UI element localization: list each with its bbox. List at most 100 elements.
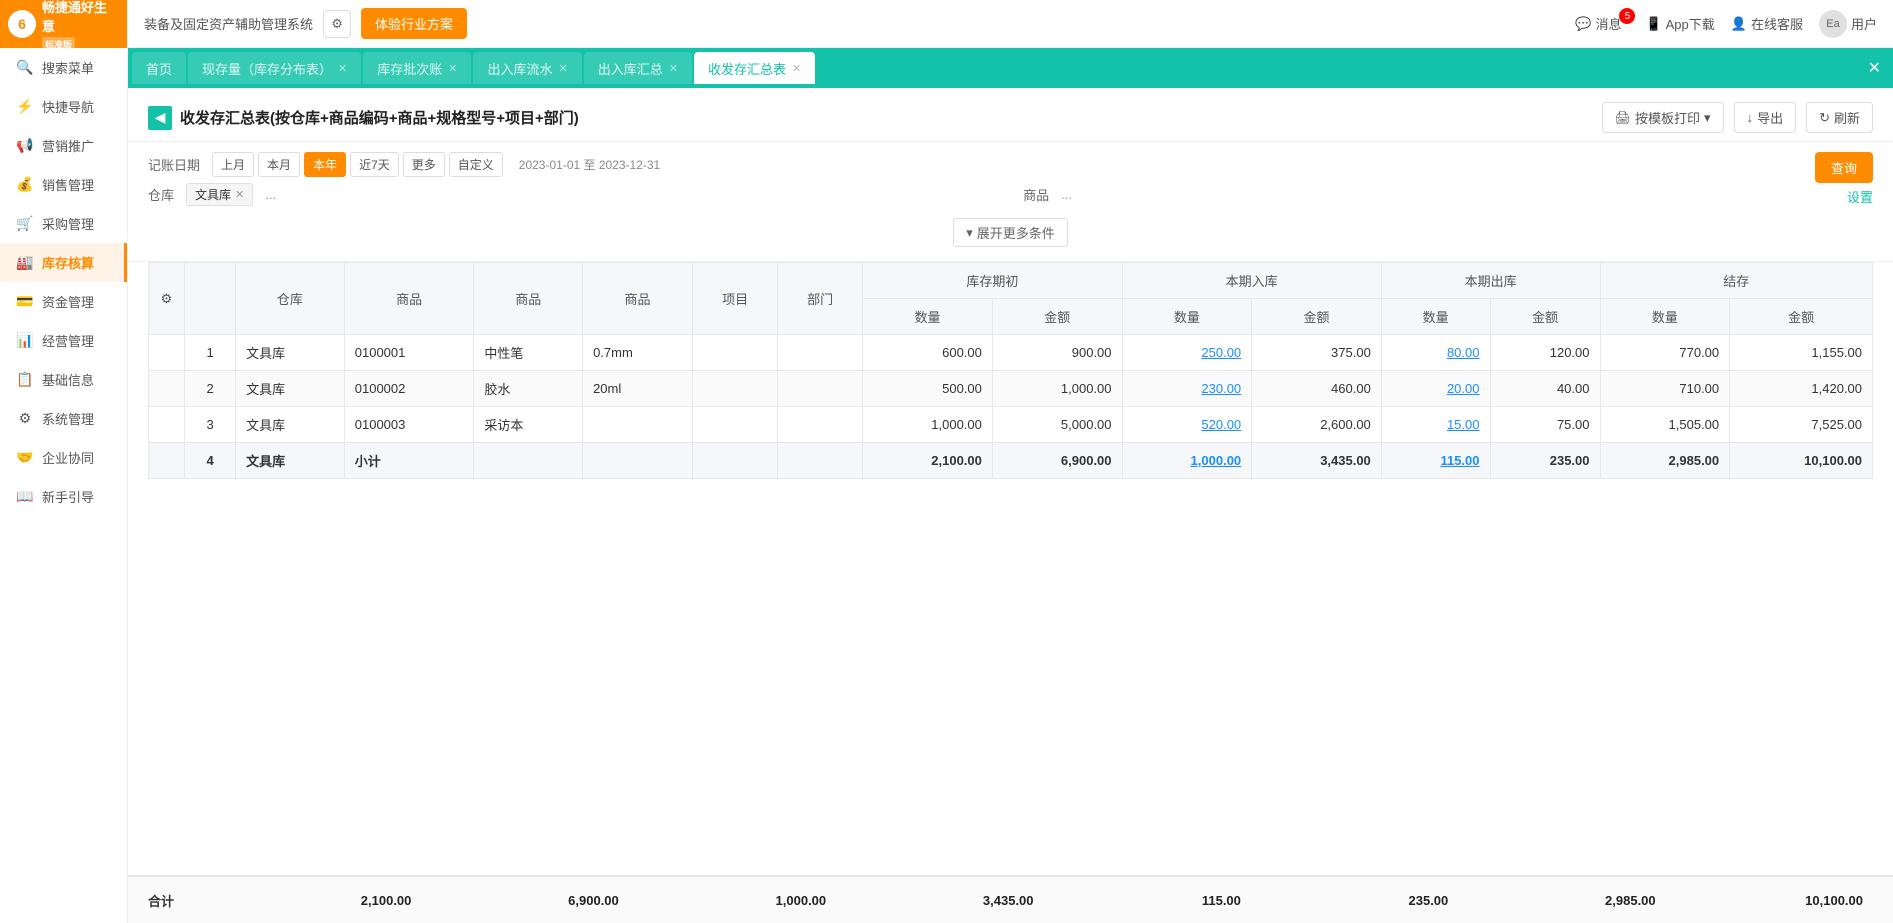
tab-bar: 首页 现存量（库存分布表） ✕ 库存批次账 ✕ 出入库流水 ✕ 出入库汇总 ✕ …: [128, 48, 1893, 88]
print-btn[interactable]: 🖨 按模板打印 ▾: [1602, 102, 1724, 133]
query-btn[interactable]: 查询: [1815, 152, 1873, 183]
sidebar-item-guide[interactable]: 📖 新手引导: [0, 477, 127, 516]
close-all-tabs[interactable]: ✕: [1860, 58, 1889, 78]
settings-link[interactable]: 设置: [1847, 187, 1873, 206]
sidebar-item-label: 企业协同: [42, 448, 94, 467]
footer-bar: 合计 2,100.00 6,900.00 1,000.00 3,435.00 1…: [128, 875, 1893, 923]
footer-out-amount: 235.00: [1251, 893, 1458, 908]
sidebar-item-search[interactable]: 🔍 搜索菜单: [0, 48, 127, 87]
footer-opening-qty: 2,100.00: [214, 893, 421, 908]
row3-in-qty[interactable]: 520.00: [1122, 407, 1252, 443]
expand-icon: ▾: [966, 225, 973, 241]
footer-values: 2,100.00 6,900.00 1,000.00 3,435.00 115.…: [214, 893, 1873, 908]
logo-icon: 6: [8, 10, 36, 38]
sidebar-item-basic-info[interactable]: 📋 基础信息: [0, 360, 127, 399]
sidebar-item-finance[interactable]: 💳 资金管理: [0, 282, 127, 321]
sidebar-item-purchase[interactable]: 🛒 采购管理: [0, 204, 127, 243]
warehouse-tag: 文具库 ✕: [186, 183, 253, 206]
row1-out-qty[interactable]: 80.00: [1381, 335, 1490, 371]
row2-in-qty[interactable]: 230.00: [1122, 371, 1252, 407]
sidebar-item-marketing[interactable]: 📢 营销推广: [0, 126, 127, 165]
tab-batch-ledger[interactable]: 库存批次账 ✕: [363, 52, 471, 84]
tab-close-batch-ledger[interactable]: ✕: [448, 62, 457, 75]
tab-inventory-dist[interactable]: 现存量（库存分布表） ✕: [188, 52, 361, 84]
sidebar-item-system[interactable]: ⚙ 系统管理: [0, 399, 127, 438]
system-icon: ⚙: [16, 410, 34, 428]
sidebar-item-sales[interactable]: 💰 销售管理: [0, 165, 127, 204]
row2-department: [778, 371, 863, 407]
messages-label: 消息: [1595, 14, 1621, 33]
date-btn-this-month[interactable]: 本月: [258, 152, 300, 177]
sidebar-item-enterprise[interactable]: 🤝 企业协同: [0, 438, 127, 477]
tab-home[interactable]: 首页: [132, 52, 186, 84]
sidebar-item-label: 经营管理: [42, 331, 94, 350]
subtotal-balance-amount: 10,100.00: [1730, 443, 1873, 479]
online-service-action[interactable]: 👤 在线客服: [1731, 14, 1803, 33]
date-btn-last-month[interactable]: 上月: [212, 152, 254, 177]
tab-close-summary[interactable]: ✕: [669, 62, 678, 75]
col-balance-amount-header: 金额: [1730, 299, 1873, 335]
date-btn-7days[interactable]: 近7天: [350, 152, 399, 177]
col-settings-header[interactable]: ⚙: [149, 263, 185, 335]
tab-flow[interactable]: 出入库流水 ✕: [473, 52, 581, 84]
date-btn-more[interactable]: 更多: [403, 152, 445, 177]
enterprise-icon: 🤝: [16, 449, 34, 467]
sidebar: 6 畅捷通好生意 标准版 🔍 搜索菜单 ⚡ 快捷导航 📢 营销推广 💰 销售管理…: [0, 0, 128, 923]
row3-goodsname: 采访本: [474, 407, 583, 443]
row3-out-amount: 75.00: [1490, 407, 1600, 443]
goods-more[interactable]: ...: [1061, 187, 1072, 202]
inventory-icon: 🏭: [16, 254, 34, 272]
col-project-header: 项目: [693, 263, 778, 335]
footer-in-amount: 3,435.00: [836, 893, 1043, 908]
guide-icon: 📖: [16, 488, 34, 506]
row3-balance-amount: 7,525.00: [1730, 407, 1873, 443]
service-icon: 👤: [1731, 16, 1747, 32]
tab-summary[interactable]: 出入库汇总 ✕: [584, 52, 692, 84]
app-download-action[interactable]: 📱 App下载: [1645, 14, 1714, 33]
marketing-icon: 📢: [16, 137, 34, 155]
footer-in-qty: 1,000.00: [629, 893, 836, 908]
warehouse-more[interactable]: ...: [265, 187, 276, 202]
export-btn[interactable]: ↓ 导出: [1734, 102, 1797, 133]
row1-department: [778, 335, 863, 371]
warehouse-tag-close[interactable]: ✕: [235, 188, 244, 201]
tab-close-inventory-dist[interactable]: ✕: [338, 62, 347, 75]
config-button[interactable]: ⚙: [323, 10, 351, 38]
footer-opening-amount: 6,900.00: [421, 893, 628, 908]
tab-close-receive-summary[interactable]: ✕: [792, 62, 801, 75]
row2-project: [693, 371, 778, 407]
sidebar-item-quick-nav[interactable]: ⚡ 快捷导航: [0, 87, 127, 126]
sidebar-item-label: 库存核算: [42, 253, 94, 272]
sidebar-item-inventory[interactable]: 🏭 库存核算: [0, 243, 127, 282]
tab-close-flow[interactable]: ✕: [559, 62, 568, 75]
messages-action[interactable]: 💬 消息 5: [1567, 14, 1629, 33]
row3-goodsspec: [583, 407, 693, 443]
try-btn[interactable]: 体验行业方案: [361, 8, 467, 39]
page-content-area: ◀ 收发存汇总表(按仓库+商品编码+商品+规格型号+项目+部门) 🖨 按模板打印…: [128, 88, 1893, 875]
main-content: 装备及固定资产辅助管理系统 ⚙ 体验行业方案 💬 消息 5 📱 App下载 👤 …: [128, 0, 1893, 923]
col-balance-qty-header: 数量: [1600, 299, 1730, 335]
row3-out-qty[interactable]: 15.00: [1381, 407, 1490, 443]
subtotal-in-qty[interactable]: 1,000.00: [1122, 443, 1252, 479]
row2-out-qty[interactable]: 20.00: [1381, 371, 1490, 407]
date-btn-custom[interactable]: 自定义: [449, 152, 503, 177]
table-row: 1 文具库 0100001 中性笔 0.7mm 600.00 900.00 25…: [149, 335, 1873, 371]
date-btn-this-year[interactable]: 本年: [304, 152, 346, 177]
table-settings-icon[interactable]: ⚙: [161, 291, 173, 306]
row1-in-qty[interactable]: 250.00: [1122, 335, 1252, 371]
subtotal-settings: [149, 443, 185, 479]
footer-balance-qty: 2,985.00: [1458, 893, 1665, 908]
purchase-icon: 🛒: [16, 215, 34, 233]
subtotal-opening-qty: 2,100.00: [863, 443, 993, 479]
sidebar-item-business[interactable]: 📊 经营管理: [0, 321, 127, 360]
config-icon: ⚙: [331, 16, 343, 32]
user-action[interactable]: Ea 用户: [1819, 10, 1877, 38]
date-buttons: 上月 本月 本年 近7天 更多 自定义: [212, 152, 503, 177]
search-icon: 🔍: [16, 59, 34, 77]
expand-conditions-btn[interactable]: ▾ 展开更多条件: [953, 218, 1068, 247]
refresh-btn[interactable]: ↻ 刷新: [1806, 102, 1873, 133]
row3-balance-qty: 1,505.00: [1600, 407, 1730, 443]
subtotal-out-qty[interactable]: 115.00: [1381, 443, 1490, 479]
tab-receive-summary[interactable]: 收发存汇总表 ✕: [694, 52, 815, 84]
toggle-sidebar-btn[interactable]: ◀: [148, 106, 172, 130]
